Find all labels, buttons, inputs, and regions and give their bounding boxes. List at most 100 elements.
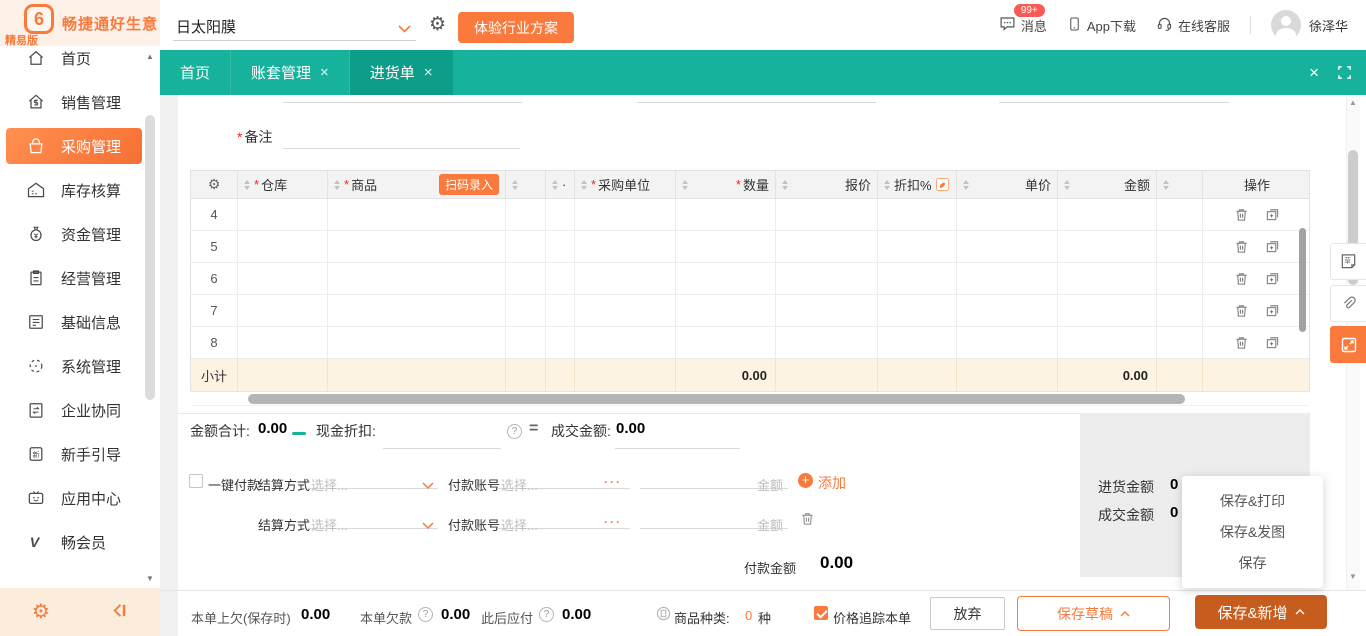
sort-icon[interactable]: [782, 179, 788, 190]
help-icon[interactable]: ?: [507, 424, 522, 439]
chevron-down-icon[interactable]: [422, 477, 434, 492]
cell-amount[interactable]: [1058, 295, 1157, 326]
sidebar-item-inventory[interactable]: 库存核算: [0, 168, 160, 212]
logo[interactable]: 6 畅捷通好生意 精易版: [0, 0, 160, 47]
cell-purchase-unit[interactable]: [575, 263, 676, 294]
sidebar-item-basic-info[interactable]: 基础信息: [0, 300, 160, 344]
cell-blank3[interactable]: [1157, 327, 1203, 358]
add-payment-label[interactable]: 添加: [818, 473, 846, 493]
cell-blank2[interactable]: [546, 231, 575, 262]
sidebar-item-collaboration[interactable]: 企业协同: [0, 388, 160, 432]
sidebar-item-capital[interactable]: 资金管理: [0, 212, 160, 256]
save-menu-item[interactable]: 保存&发图: [1182, 517, 1323, 548]
settings-gear-icon[interactable]: ⚙: [429, 13, 446, 36]
sidebar-item-guide[interactable]: 新 新手引导: [0, 432, 160, 476]
copy-row-icon[interactable]: [1265, 207, 1280, 222]
field-input-cutoff[interactable]: [999, 102, 1230, 103]
sidebar-item-purchase[interactable]: 采购管理: [0, 124, 160, 168]
cell-amount[interactable]: [1058, 231, 1157, 262]
table-settings-icon[interactable]: ⚙: [208, 176, 221, 193]
sidebar-scroll-down-icon[interactable]: ▼: [146, 574, 154, 583]
cell-quote[interactable]: [776, 199, 878, 230]
deal-amount-input[interactable]: [615, 427, 740, 449]
cell-blank2[interactable]: [546, 199, 575, 230]
cell-purchase-unit[interactable]: [575, 199, 676, 230]
cell-blank2[interactable]: [546, 295, 575, 326]
sidebar-item-operation[interactable]: 经营管理: [0, 256, 160, 300]
cell-blank1[interactable]: [506, 263, 546, 294]
help-icon[interactable]: ?: [539, 607, 554, 622]
cell-warehouse[interactable]: [238, 295, 328, 326]
chevron-down-icon[interactable]: [398, 21, 411, 36]
cell-discount[interactable]: [878, 327, 957, 358]
delete-row-icon[interactable]: [1234, 207, 1249, 222]
expand-fullscreen-button[interactable]: [1330, 326, 1366, 363]
sidebar-item-member[interactable]: V 畅会员: [0, 520, 160, 564]
save-draft-button[interactable]: 保存草稿: [1017, 596, 1170, 631]
page-scroll-up-icon[interactable]: ▲: [1349, 98, 1357, 107]
cell-purchase-unit[interactable]: [575, 295, 676, 326]
cell-product[interactable]: [328, 231, 506, 262]
field-input-cutoff[interactable]: [637, 102, 876, 103]
draft-notes-button[interactable]: 草: [1330, 243, 1366, 280]
cell-qty[interactable]: [676, 263, 776, 294]
cash-discount-input[interactable]: [383, 427, 501, 449]
app-download-button[interactable]: App下载: [1067, 16, 1136, 35]
cell-warehouse[interactable]: [238, 231, 328, 262]
cell-blank1[interactable]: [506, 231, 546, 262]
more-options-icon[interactable]: ···: [604, 475, 622, 489]
help-icon[interactable]: ?: [418, 607, 433, 622]
col-header-discount[interactable]: 折扣%: [878, 171, 957, 198]
save-menu-item[interactable]: 保存: [1182, 548, 1323, 579]
save-and-new-button[interactable]: 保存&新增: [1195, 595, 1327, 629]
cell-product[interactable]: [328, 199, 506, 230]
sidebar-scroll-up-icon[interactable]: ▲: [146, 52, 154, 61]
cell-qty[interactable]: [676, 231, 776, 262]
col-header-unit-price[interactable]: 单价: [957, 171, 1058, 198]
delete-row-icon[interactable]: [1234, 303, 1249, 318]
sort-icon[interactable]: [963, 179, 969, 190]
tab-close-icon[interactable]: ×: [320, 65, 329, 80]
attachment-paperclip-button[interactable]: [1330, 285, 1366, 322]
col-header-blank1[interactable]: [506, 171, 546, 198]
cell-blank3[interactable]: [1157, 231, 1203, 262]
sidebar-item-app-center[interactable]: 应用中心: [0, 476, 160, 520]
online-service-button[interactable]: 在线客服: [1156, 15, 1230, 35]
cell-product[interactable]: [328, 327, 506, 358]
user-menu[interactable]: 徐泽华: [1270, 10, 1348, 40]
tab-home[interactable]: 首页: [160, 50, 232, 95]
cell-blank2[interactable]: [546, 263, 575, 294]
sort-icon[interactable]: [244, 179, 250, 190]
experience-plan-button[interactable]: 体验行业方案: [458, 12, 574, 43]
cell-blank3[interactable]: [1157, 263, 1203, 294]
tab-purchase-order[interactable]: 进货单 ×: [349, 50, 454, 95]
price-track-checkbox[interactable]: [814, 606, 828, 620]
cell-product[interactable]: [328, 295, 506, 326]
sidebar-settings-gear-icon[interactable]: ⚙: [32, 599, 50, 624]
cell-unit-price[interactable]: [957, 327, 1058, 358]
col-header-qty[interactable]: * 数量: [676, 171, 776, 198]
col-header-rownum[interactable]: ⚙: [191, 171, 238, 198]
col-header-product[interactable]: * 商品 扫码录入: [328, 171, 506, 198]
sort-icon[interactable]: [682, 179, 688, 190]
tab-close-icon[interactable]: ×: [424, 65, 433, 80]
delete-row-icon[interactable]: [1234, 335, 1249, 350]
cell-warehouse[interactable]: [238, 199, 328, 230]
col-header-quote[interactable]: 报价: [776, 171, 878, 198]
cell-unit-price[interactable]: [957, 231, 1058, 262]
table-vertical-scrollbar[interactable]: [1299, 228, 1306, 332]
account-name[interactable]: 日太阳膜: [176, 16, 236, 37]
sidebar-item-sales[interactable]: 销售管理: [0, 80, 160, 124]
cell-amount[interactable]: [1058, 327, 1157, 358]
sort-icon[interactable]: [552, 179, 558, 190]
cell-blank1[interactable]: [506, 327, 546, 358]
messages-button[interactable]: 消息 99+: [999, 3, 1047, 35]
copy-row-icon[interactable]: [1265, 271, 1280, 286]
copy-row-icon[interactable]: [1265, 335, 1280, 350]
cell-qty[interactable]: [676, 199, 776, 230]
sort-icon[interactable]: [334, 179, 340, 190]
cell-blank3[interactable]: [1157, 295, 1203, 326]
delete-payment-icon[interactable]: [800, 511, 815, 529]
fullscreen-icon[interactable]: [1337, 65, 1352, 80]
cell-warehouse[interactable]: [238, 263, 328, 294]
